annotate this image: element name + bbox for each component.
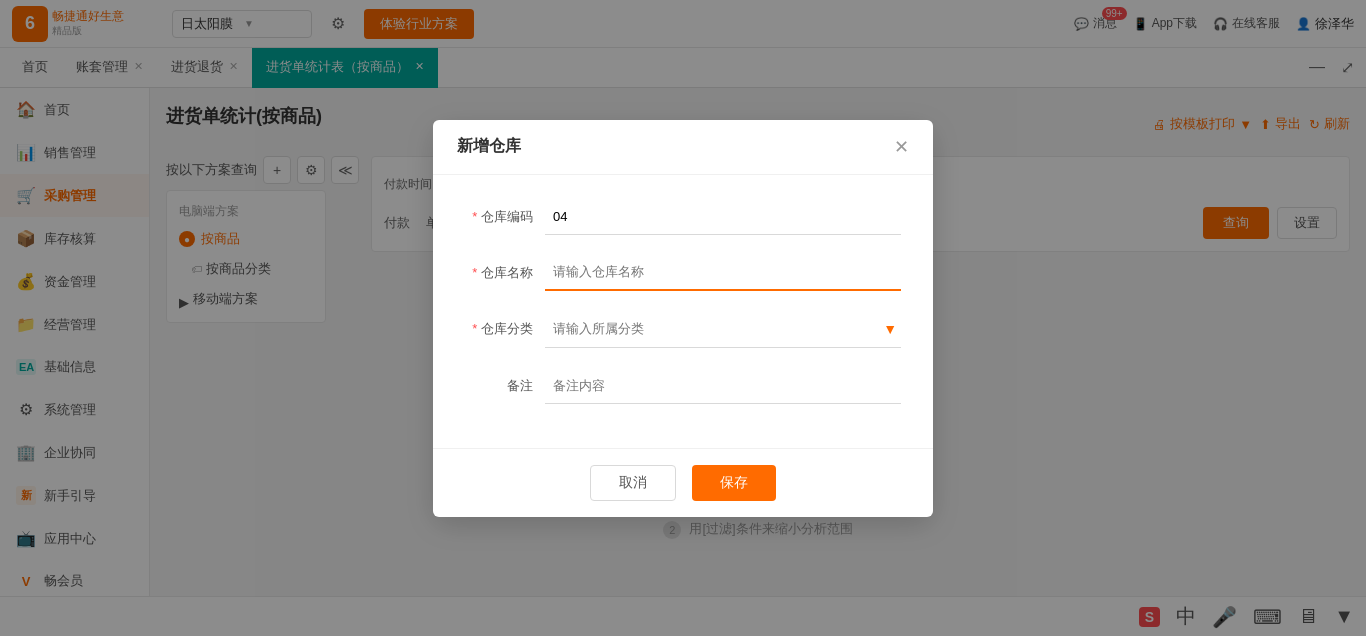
- warehouse-code-row: 仓库编码: [465, 199, 901, 235]
- cancel-button[interactable]: 取消: [590, 465, 676, 501]
- name-label: 仓库名称: [465, 264, 545, 282]
- warehouse-name-input[interactable]: [545, 255, 901, 291]
- modal-close-button[interactable]: ✕: [894, 136, 909, 158]
- code-label: 仓库编码: [465, 208, 545, 226]
- remark-input[interactable]: [545, 368, 901, 404]
- modal-body: 仓库编码 仓库名称 仓库分类 ▼ 备注: [433, 175, 933, 448]
- category-select-wrapper: ▼: [545, 311, 901, 348]
- category-label: 仓库分类: [465, 320, 545, 338]
- remark-label: 备注: [465, 377, 545, 395]
- warehouse-code-input[interactable]: [545, 199, 901, 235]
- modal-overlay: 新增仓库 ✕ 仓库编码 仓库名称 仓库分类 ▼: [0, 0, 1366, 636]
- warehouse-remark-row: 备注: [465, 368, 901, 404]
- modal-header: 新增仓库 ✕: [433, 120, 933, 175]
- warehouse-name-row: 仓库名称: [465, 255, 901, 291]
- save-button[interactable]: 保存: [692, 465, 776, 501]
- category-dropdown-arrow[interactable]: ▼: [883, 321, 901, 337]
- add-warehouse-modal: 新增仓库 ✕ 仓库编码 仓库名称 仓库分类 ▼: [433, 120, 933, 517]
- warehouse-category-row: 仓库分类 ▼: [465, 311, 901, 348]
- modal-footer: 取消 保存: [433, 448, 933, 517]
- modal-title: 新增仓库: [457, 136, 521, 157]
- category-input[interactable]: [545, 311, 883, 347]
